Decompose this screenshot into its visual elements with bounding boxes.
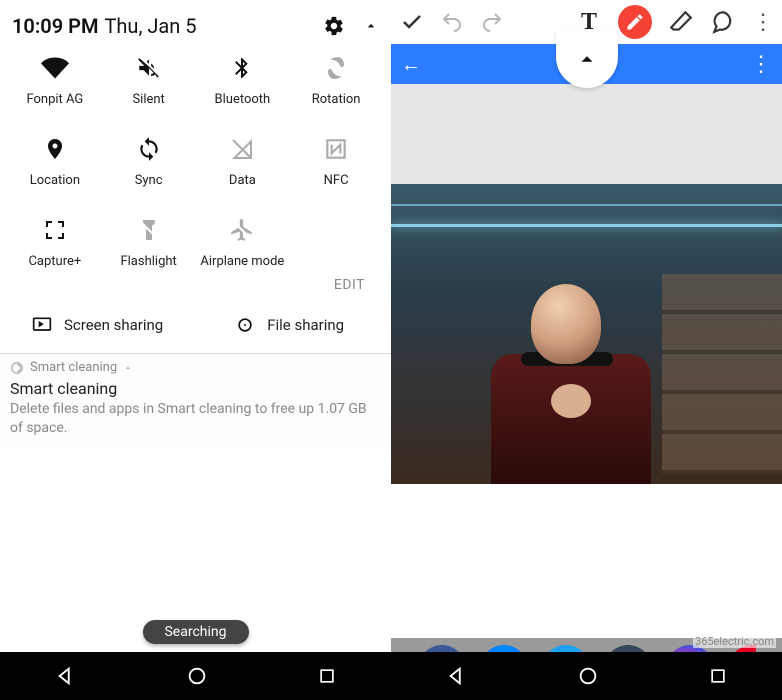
right-screenshot: T ⋮ ← ⋮ <box>391 0 782 700</box>
tile-nfc[interactable]: NFC <box>289 135 383 188</box>
photo-meme <box>391 184 782 484</box>
tile-label: Flashlight <box>120 254 176 269</box>
tile-label: Rotation <box>312 92 361 107</box>
settings-gear-icon[interactable] <box>323 15 345 37</box>
bluetooth-icon <box>228 54 256 82</box>
searching-toast: Searching <box>142 620 248 644</box>
tile-data[interactable]: Data <box>196 135 290 188</box>
notification-card[interactable]: Smart cleaning Smart cleaning Delete fil… <box>0 353 391 448</box>
tile-label: Airplane mode <box>200 254 284 269</box>
crop-tool-icon[interactable] <box>710 9 736 35</box>
sync-icon <box>135 135 163 163</box>
quicksettings-grid: Fonpit AG Silent Bluetooth Rotation Loca… <box>0 44 391 269</box>
toolbar-more-icon[interactable]: ⋮ <box>752 10 774 35</box>
tile-rotation[interactable]: Rotation <box>289 54 383 107</box>
tile-label: Location <box>30 173 80 188</box>
tile-bluetooth[interactable]: Bluetooth <box>196 54 290 107</box>
data-icon <box>228 135 256 163</box>
tile-wifi[interactable]: Fonpit AG <box>8 54 102 107</box>
nav-home-button[interactable] <box>186 665 208 687</box>
file-sharing-button[interactable]: File sharing <box>233 315 344 335</box>
quicksettings-header: 10:09 PM Thu, Jan 5 <box>0 0 391 44</box>
watermark: 365electric.com <box>693 635 776 648</box>
redo-icon[interactable] <box>479 9 505 35</box>
notification-app-name: Smart cleaning <box>30 360 117 375</box>
nav-home-button[interactable] <box>577 665 599 687</box>
nav-recents-button[interactable] <box>708 666 728 686</box>
tile-capture[interactable]: Capture+ <box>8 216 102 269</box>
file-sharing-icon <box>233 315 257 335</box>
screen-sharing-icon <box>30 315 54 335</box>
tile-silent[interactable]: Silent <box>102 54 196 107</box>
tile-label: Sync <box>135 173 163 188</box>
confirm-check-icon[interactable] <box>399 9 425 35</box>
nav-back-button[interactable] <box>446 665 468 687</box>
left-screenshot: 10:09 PM Thu, Jan 5 Fonpit AG Silent <box>0 0 391 700</box>
tile-label: Data <box>229 173 256 188</box>
tile-flashlight[interactable]: Flashlight <box>102 216 196 269</box>
content-area <box>391 84 782 638</box>
screen-sharing-label: Screen sharing <box>64 316 163 334</box>
location-icon <box>41 135 69 163</box>
airplane-icon <box>228 216 256 244</box>
nav-recents-button[interactable] <box>317 666 337 686</box>
flashlight-icon <box>135 216 163 244</box>
tile-label: Fonpit AG <box>26 92 83 107</box>
wifi-icon <box>41 54 69 82</box>
notification-title: Smart cleaning <box>10 379 381 398</box>
android-navbar <box>0 652 391 700</box>
tile-location[interactable]: Location <box>8 135 102 188</box>
browser-back-icon[interactable]: ← <box>401 52 421 77</box>
rotation-icon <box>322 54 350 82</box>
clock-date: Thu, Jan 5 <box>104 14 196 38</box>
tile-label: Bluetooth <box>215 92 271 107</box>
screen-sharing-button[interactable]: Screen sharing <box>30 315 163 335</box>
edit-button[interactable]: EDIT <box>0 269 391 299</box>
nfc-icon <box>322 135 350 163</box>
tile-label: Silent <box>132 92 164 107</box>
pen-tool-selected[interactable] <box>618 5 652 39</box>
eraser-tool-icon[interactable] <box>668 9 694 35</box>
sharing-row: Screen sharing File sharing <box>0 299 391 353</box>
tile-sync[interactable]: Sync <box>102 135 196 188</box>
chevron-up-icon <box>576 48 598 70</box>
notification-body: Delete files and apps in Smart cleaning … <box>10 400 381 438</box>
tile-airplane[interactable]: Airplane mode <box>196 216 290 269</box>
nav-back-button[interactable] <box>55 665 77 687</box>
browser-more-icon[interactable]: ⋮ <box>750 52 772 77</box>
notification-app-row: Smart cleaning <box>10 360 381 375</box>
smart-cleaning-icon <box>10 361 24 375</box>
android-navbar <box>391 652 782 700</box>
content-padding <box>391 84 782 184</box>
silent-icon <box>135 54 163 82</box>
tile-label: Capture+ <box>28 254 81 269</box>
capture-icon <box>41 216 69 244</box>
file-sharing-label: File sharing <box>267 316 344 334</box>
chevron-up-icon <box>123 363 133 373</box>
clock-time: 10:09 PM <box>12 14 98 38</box>
undo-icon[interactable] <box>439 9 465 35</box>
collapse-caret-icon[interactable] <box>363 18 379 34</box>
tile-label: NFC <box>324 173 349 188</box>
